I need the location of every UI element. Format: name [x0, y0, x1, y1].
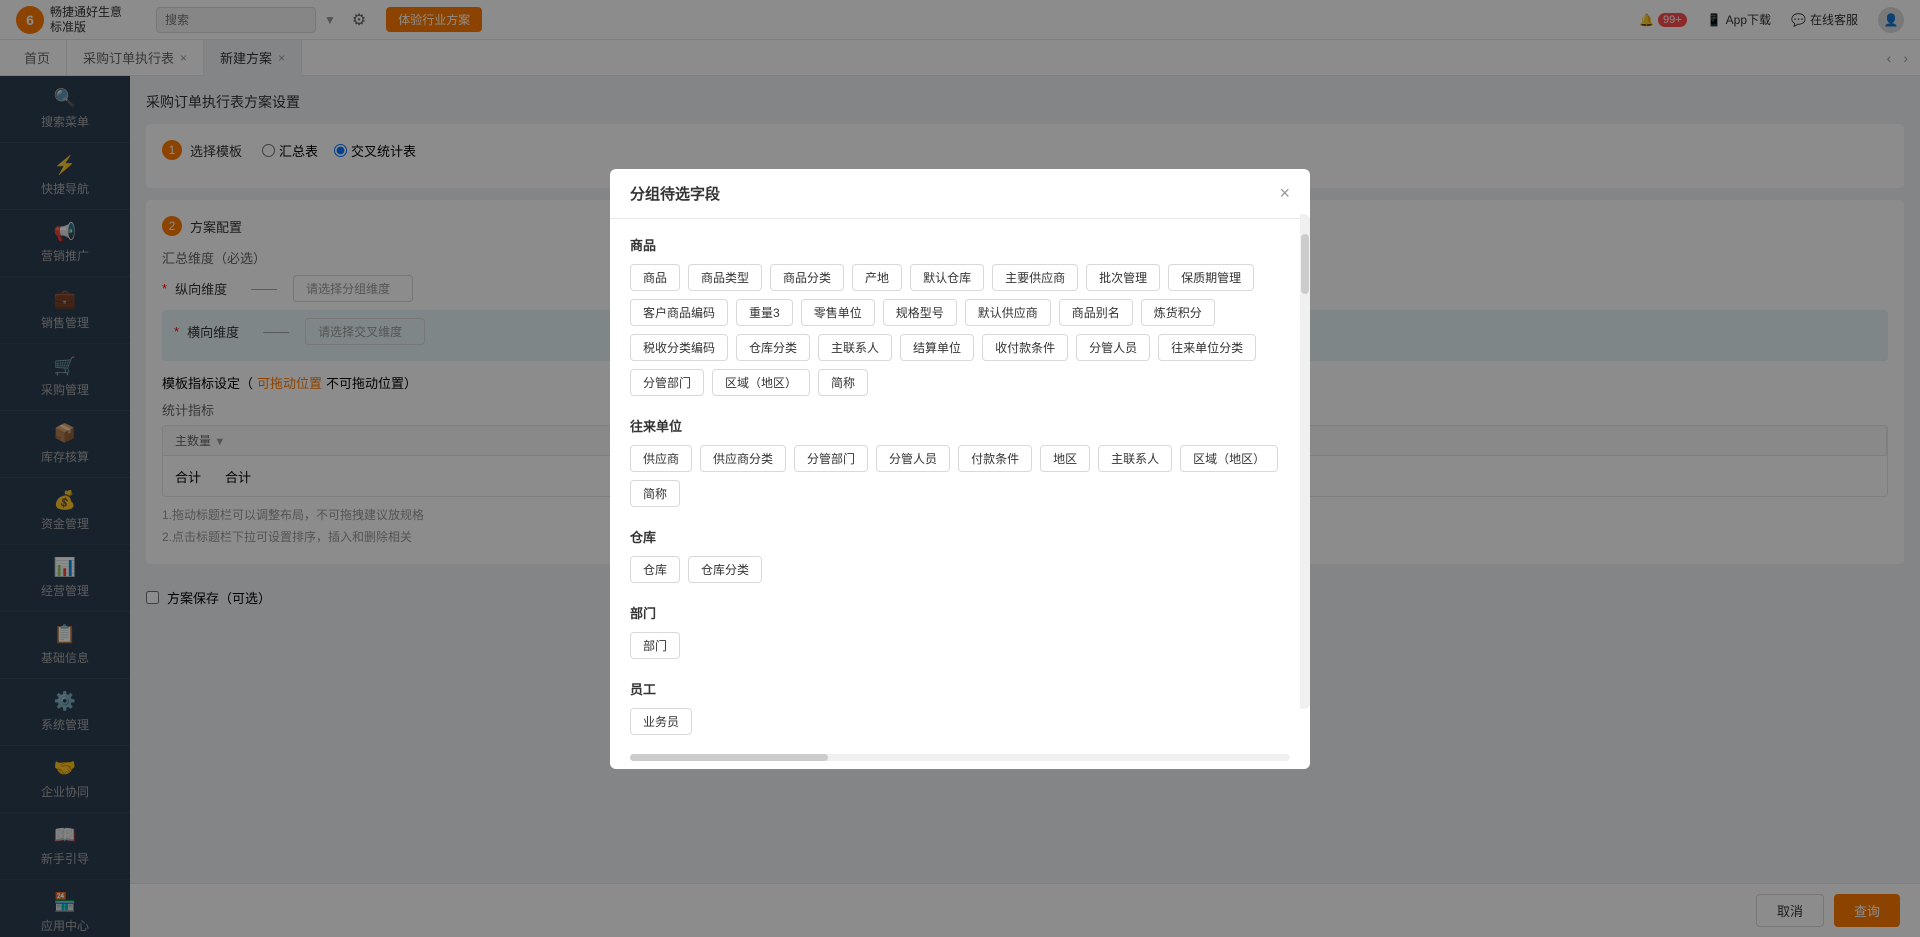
field-tag-customer-goods-code[interactable]: 客户商品编码 [630, 299, 728, 326]
section-warehouse-title: 仓库 [630, 527, 1290, 546]
field-tag-retail-unit[interactable]: 零售单位 [801, 299, 875, 326]
field-tag-default-supplier[interactable]: 默认供应商 [965, 299, 1051, 326]
section-goods-tags: 商品 商品类型 商品分类 产地 默认仓库 主要供应商 批次管理 保质期管理 客户… [630, 264, 1290, 396]
field-tag-shelf-life[interactable]: 保质期管理 [1168, 264, 1254, 291]
section-dept-title: 部门 [630, 603, 1290, 622]
field-tag-goods-alias[interactable]: 商品别名 [1059, 299, 1133, 326]
section-partner-title: 往来单位 [630, 416, 1290, 435]
field-select-modal: 分组待选字段 × 商品 商品 商品类型 商品分类 产地 默认仓库 主要供应商 批… [610, 169, 1310, 769]
section-partner-tags: 供应商 供应商分类 分管部门 分管人员 付款条件 地区 主联系人 区域（地区） … [630, 445, 1290, 507]
field-tag-warehouse-cat[interactable]: 仓库分类 [688, 556, 762, 583]
field-tag-refine-points[interactable]: 炼货积分 [1141, 299, 1215, 326]
field-tag-batch-mgmt[interactable]: 批次管理 [1086, 264, 1160, 291]
field-tag-managing-dept[interactable]: 分管部门 [630, 369, 704, 396]
field-tag-region[interactable]: 区域（地区） [712, 369, 810, 396]
modal-close-icon[interactable]: × [1279, 183, 1290, 204]
field-tag-tax-code[interactable]: 税收分类编码 [630, 334, 728, 361]
section-dept-tags: 部门 [630, 632, 1290, 659]
field-tag-partner-contact[interactable]: 主联系人 [1098, 445, 1172, 472]
section-goods: 商品 商品 商品类型 商品分类 产地 默认仓库 主要供应商 批次管理 保质期管理… [630, 235, 1290, 396]
field-tag-goods-category[interactable]: 商品分类 [770, 264, 844, 291]
field-tag-district[interactable]: 地区 [1040, 445, 1090, 472]
field-tag-origin[interactable]: 产地 [852, 264, 902, 291]
modal-title: 分组待选字段 [630, 183, 720, 204]
field-tag-default-warehouse[interactable]: 默认仓库 [910, 264, 984, 291]
modal-overlay: 分组待选字段 × 商品 商品 商品类型 商品分类 产地 默认仓库 主要供应商 批… [0, 0, 1920, 937]
section-staff-tags: 业务员 [630, 708, 1290, 735]
field-tag-weight3[interactable]: 重量3 [736, 299, 793, 326]
section-goods-title: 商品 [630, 235, 1290, 254]
field-tag-payment-cond[interactable]: 付款条件 [958, 445, 1032, 472]
field-tag-main-supplier[interactable]: 主要供应商 [992, 264, 1078, 291]
field-tag-supplier[interactable]: 供应商 [630, 445, 692, 472]
field-tag-payment-terms[interactable]: 收付款条件 [982, 334, 1068, 361]
modal-body: 商品 商品 商品类型 商品分类 产地 默认仓库 主要供应商 批次管理 保质期管理… [610, 219, 1310, 754]
field-tag-warehouse[interactable]: 仓库 [630, 556, 680, 583]
field-tag-warehouse-category[interactable]: 仓库分类 [736, 334, 810, 361]
field-tag-dept[interactable]: 部门 [630, 632, 680, 659]
field-tag-partner-region[interactable]: 区域（地区） [1180, 445, 1278, 472]
field-tag-main-contact[interactable]: 主联系人 [818, 334, 892, 361]
field-tag-short-name[interactable]: 简称 [818, 369, 868, 396]
modal-h-scrollbar-thumb [630, 754, 828, 761]
field-tag-partner-dept[interactable]: 分管部门 [794, 445, 868, 472]
section-warehouse-tags: 仓库 仓库分类 [630, 556, 1290, 583]
field-tag-goods[interactable]: 商品 [630, 264, 680, 291]
field-tag-spec-model[interactable]: 规格型号 [883, 299, 957, 326]
field-tag-partner-staff[interactable]: 分管人员 [876, 445, 950, 472]
section-staff-title: 员工 [630, 679, 1290, 698]
section-warehouse: 仓库 仓库 仓库分类 [630, 527, 1290, 583]
field-tag-related-unit-category[interactable]: 往来单位分类 [1158, 334, 1256, 361]
field-tag-settlement-unit[interactable]: 结算单位 [900, 334, 974, 361]
modal-v-scrollbar[interactable] [1300, 214, 1310, 709]
field-tag-sales-staff[interactable]: 业务员 [630, 708, 692, 735]
section-partner: 往来单位 供应商 供应商分类 分管部门 分管人员 付款条件 地区 主联系人 区域… [630, 416, 1290, 507]
modal-v-scrollbar-thumb [1301, 234, 1309, 294]
field-tag-supplier-category[interactable]: 供应商分类 [700, 445, 786, 472]
modal-header: 分组待选字段 × [610, 169, 1310, 219]
field-tag-supervisor[interactable]: 分管人员 [1076, 334, 1150, 361]
section-dept: 部门 部门 [630, 603, 1290, 659]
field-tag-goods-type[interactable]: 商品类型 [688, 264, 762, 291]
modal-horizontal-scrollbar[interactable] [630, 754, 1290, 761]
section-staff: 员工 业务员 [630, 679, 1290, 735]
field-tag-partner-short[interactable]: 简称 [630, 480, 680, 507]
